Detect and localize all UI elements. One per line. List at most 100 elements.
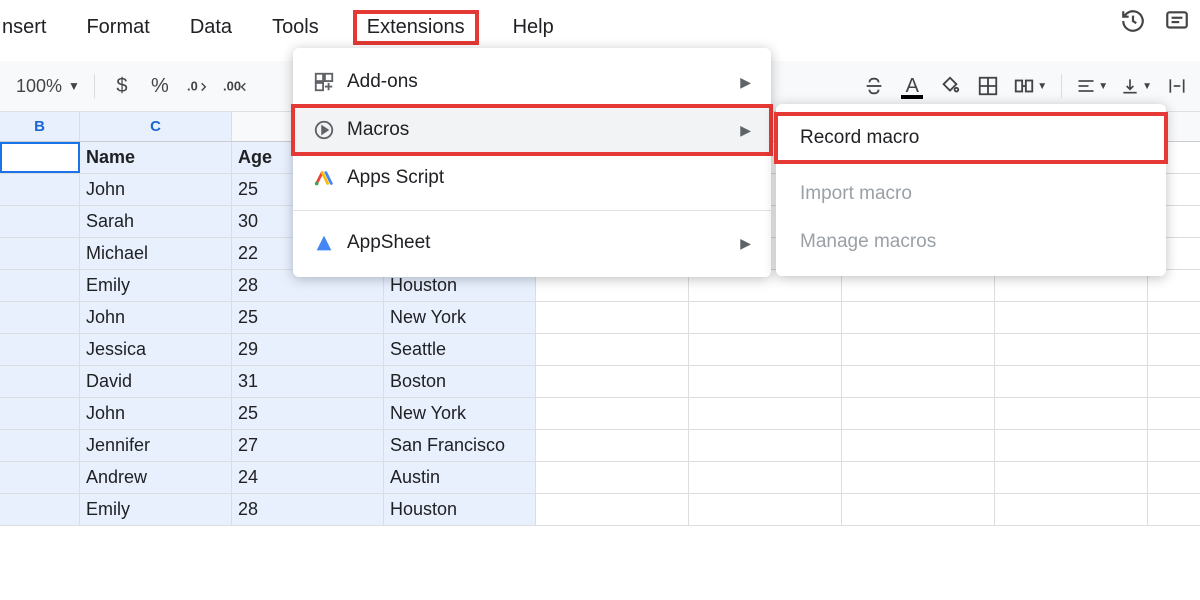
apps-script-icon [313, 167, 347, 189]
cell-name[interactable]: Andrew [80, 462, 232, 493]
cell-age[interactable]: 31 [232, 366, 384, 397]
extensions-dropdown: Add-ons ▶ Macros ▶ Apps Script AppSheet … [293, 48, 771, 277]
cell[interactable] [0, 174, 80, 205]
cell[interactable] [0, 270, 80, 301]
cell[interactable] [842, 494, 995, 525]
cell-age[interactable]: 25 [232, 302, 384, 333]
comments-icon[interactable] [1164, 8, 1190, 34]
cell[interactable] [842, 398, 995, 429]
cell[interactable] [689, 494, 842, 525]
cell-age[interactable]: 24 [232, 462, 384, 493]
cell-city[interactable]: New York [384, 398, 536, 429]
col-header-b[interactable]: B [0, 112, 80, 141]
cell-city[interactable]: New York [384, 302, 536, 333]
selected-cell[interactable] [0, 142, 80, 173]
cell[interactable] [0, 430, 80, 461]
menu-format[interactable]: Format [80, 14, 155, 41]
cell-name[interactable]: John [80, 174, 232, 205]
cell[interactable] [689, 334, 842, 365]
cell[interactable] [0, 302, 80, 333]
cell[interactable] [689, 462, 842, 493]
cell[interactable] [0, 206, 80, 237]
menu-tools[interactable]: Tools [266, 14, 325, 41]
cell-name[interactable]: Jennifer [80, 430, 232, 461]
decrease-decimal-button[interactable]: .0 [181, 69, 215, 103]
cell-city[interactable]: San Francisco [384, 430, 536, 461]
text-wrap-button[interactable] [1160, 69, 1194, 103]
cell[interactable] [995, 302, 1148, 333]
vertical-align-button[interactable]: ▼ [1116, 69, 1156, 103]
cell[interactable] [536, 494, 689, 525]
cell[interactable] [0, 398, 80, 429]
cell[interactable] [995, 334, 1148, 365]
menu-record-macro[interactable]: Record macro [776, 114, 1166, 162]
cell-name[interactable]: Emily [80, 494, 232, 525]
cell-name[interactable]: Emily [80, 270, 232, 301]
header-name[interactable]: Name [80, 142, 232, 173]
cell-age[interactable]: 28 [232, 494, 384, 525]
chevron-down-icon: ▼ [1142, 81, 1152, 92]
currency-format-button[interactable]: $ [105, 69, 139, 103]
cell-city[interactable]: Seattle [384, 334, 536, 365]
cell[interactable] [0, 238, 80, 269]
cell-name[interactable]: David [80, 366, 232, 397]
menu-appsheet-label: AppSheet [347, 232, 430, 254]
cell-age[interactable]: 29 [232, 334, 384, 365]
menu-addons[interactable]: Add-ons ▶ [293, 58, 771, 106]
cell[interactable] [536, 334, 689, 365]
menu-extensions[interactable]: Extensions [353, 10, 479, 45]
cell[interactable] [995, 494, 1148, 525]
strikethrough-button[interactable] [857, 69, 891, 103]
cell[interactable] [689, 302, 842, 333]
cell[interactable] [842, 334, 995, 365]
menu-data[interactable]: Data [184, 14, 238, 41]
percent-format-button[interactable]: % [143, 69, 177, 103]
cell[interactable] [995, 462, 1148, 493]
cell[interactable] [0, 494, 80, 525]
cell[interactable] [689, 366, 842, 397]
borders-button[interactable] [971, 69, 1005, 103]
menu-appsheet[interactable]: AppSheet ▶ [293, 219, 771, 267]
increase-decimal-button[interactable]: .00 [219, 69, 253, 103]
menu-insert[interactable]: nsert [0, 14, 52, 41]
zoom-level[interactable]: 100% ▼ [12, 69, 84, 103]
cell[interactable] [689, 430, 842, 461]
cell-name[interactable]: Jessica [80, 334, 232, 365]
merge-cells-button[interactable]: ▼ [1009, 69, 1051, 103]
cell-name[interactable]: Michael [80, 238, 232, 269]
table-row: Jessica 29 Seattle [0, 334, 1200, 366]
fill-color-button[interactable] [933, 69, 967, 103]
history-icon[interactable] [1120, 8, 1146, 34]
menu-macros[interactable]: Macros ▶ [293, 106, 771, 154]
cell[interactable] [536, 302, 689, 333]
cell-city[interactable]: Houston [384, 494, 536, 525]
horizontal-align-button[interactable]: ▼ [1072, 69, 1112, 103]
cell[interactable] [995, 398, 1148, 429]
cell[interactable] [536, 430, 689, 461]
cell-city[interactable]: Boston [384, 366, 536, 397]
cell-age[interactable]: 25 [232, 398, 384, 429]
cell[interactable] [995, 366, 1148, 397]
menu-apps-script[interactable]: Apps Script [293, 154, 771, 202]
text-color-button[interactable]: A [895, 69, 929, 103]
cell-name[interactable]: John [80, 302, 232, 333]
cell[interactable] [0, 366, 80, 397]
cell[interactable] [842, 462, 995, 493]
cell-city[interactable]: Austin [384, 462, 536, 493]
col-header-c[interactable]: C [80, 112, 232, 141]
cell[interactable] [0, 334, 80, 365]
menu-import-macro: Import macro [776, 170, 1166, 218]
cell[interactable] [536, 366, 689, 397]
cell[interactable] [995, 430, 1148, 461]
cell[interactable] [842, 302, 995, 333]
cell-name[interactable]: Sarah [80, 206, 232, 237]
cell[interactable] [842, 430, 995, 461]
cell[interactable] [536, 398, 689, 429]
cell[interactable] [842, 366, 995, 397]
cell-age[interactable]: 27 [232, 430, 384, 461]
cell[interactable] [0, 462, 80, 493]
cell[interactable] [536, 462, 689, 493]
cell[interactable] [689, 398, 842, 429]
menu-help[interactable]: Help [507, 14, 560, 41]
cell-name[interactable]: John [80, 398, 232, 429]
